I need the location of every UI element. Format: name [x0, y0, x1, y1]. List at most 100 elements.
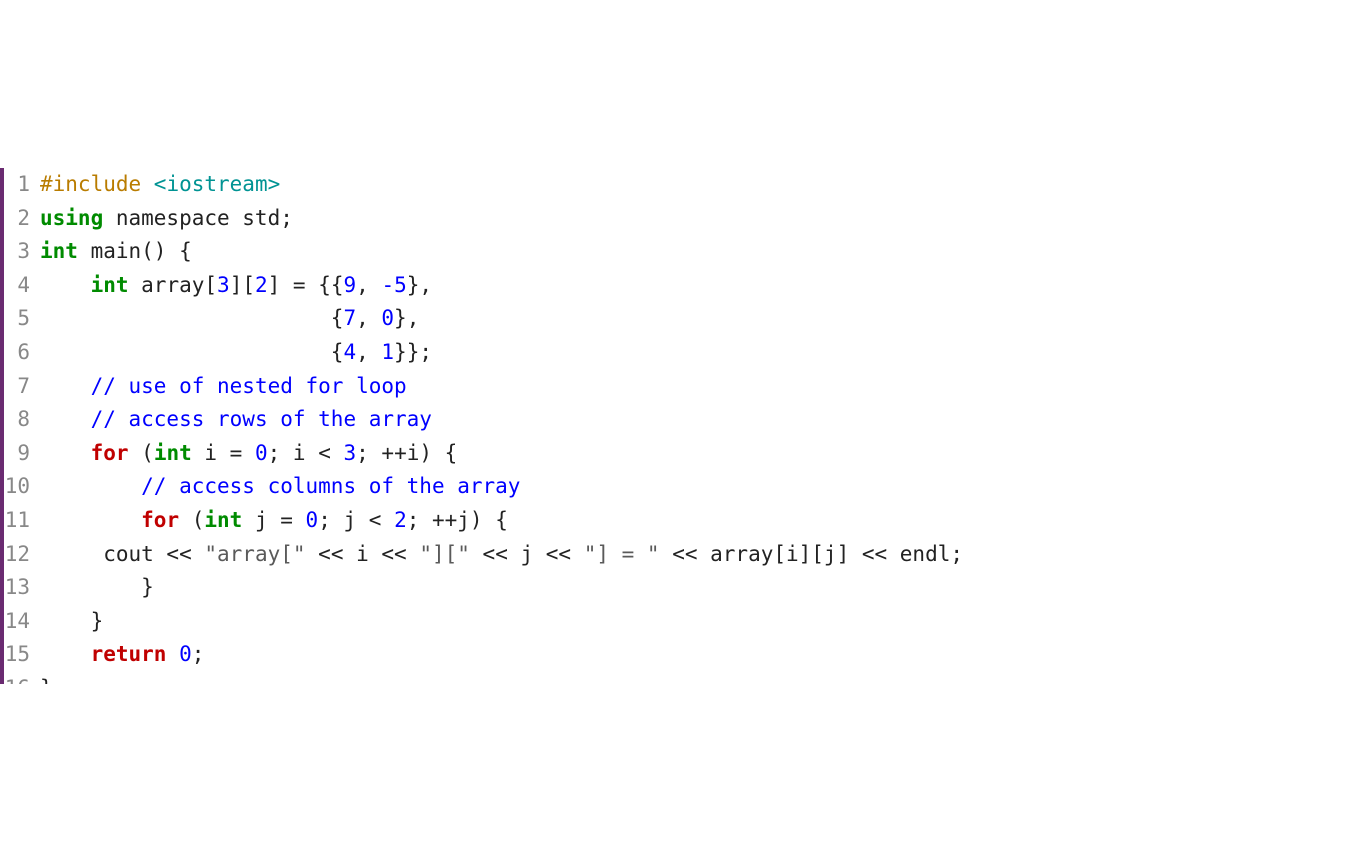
code-line: {7, 0}, — [40, 306, 419, 330]
code-line: // access columns of the array — [40, 474, 520, 498]
code-line: {4, 1}}; — [40, 340, 432, 364]
line-number: 9 — [17, 441, 30, 465]
code-line: int main() { — [40, 239, 192, 263]
indent: { — [40, 306, 343, 330]
code-line: for (int i = 0; i < 3; ++i) { — [40, 441, 457, 465]
code-line: } — [40, 575, 154, 599]
number-token: 3 — [343, 441, 356, 465]
code-text: ; ++j) { — [407, 508, 508, 532]
string-token: "] = " — [584, 542, 660, 566]
code-text: } — [40, 575, 154, 599]
code-line: for (int j = 0; j < 2; ++j) { — [40, 508, 508, 532]
keyword-token: int — [204, 508, 242, 532]
line-number: 14 — [5, 609, 30, 633]
code-text: << j << — [470, 542, 584, 566]
code-text: j = — [242, 508, 305, 532]
line-number: 15 — [5, 642, 30, 666]
number-token: 9 — [344, 273, 357, 297]
code-text: ][ — [230, 273, 255, 297]
code-text: ; ++i) { — [356, 441, 457, 465]
line-number: 6 — [17, 340, 30, 364]
comment-token: // use of nested for loop — [91, 374, 407, 398]
number-token: -5 — [381, 273, 406, 297]
comment-token: // access rows of the array — [91, 407, 432, 431]
line-number: 11 — [5, 508, 30, 532]
code-text: ; — [192, 642, 205, 666]
code-line: } — [40, 676, 53, 685]
indent: { — [40, 340, 343, 364]
indent — [40, 474, 141, 498]
line-number: 3 — [17, 239, 30, 263]
line-number: 12 — [5, 542, 30, 566]
indent — [40, 374, 91, 398]
indent — [40, 441, 91, 465]
keyword-token: for — [141, 508, 179, 532]
line-number: 2 — [17, 206, 30, 230]
code-text: , — [356, 273, 381, 297]
number-token: 2 — [255, 273, 268, 297]
preprocessor-token: #include — [40, 172, 154, 196]
indent — [40, 508, 141, 532]
indent — [40, 273, 91, 297]
code-text: }}; — [394, 340, 432, 364]
keyword-token: using — [40, 206, 103, 230]
code-area[interactable]: #include <iostream> using namespace std;… — [40, 168, 1356, 684]
code-text: namespace std; — [103, 206, 293, 230]
number-token: 0 — [179, 642, 192, 666]
line-number: 7 — [17, 374, 30, 398]
indent — [40, 407, 91, 431]
include-header: <iostream> — [154, 172, 280, 196]
number-token: 0 — [306, 508, 319, 532]
code-text: main() { — [78, 239, 192, 263]
code-text — [166, 642, 179, 666]
line-number: 8 — [17, 407, 30, 431]
code-editor: 1 2 3 4 5 6 7 8 9 10 11 12 13 14 15 16 #… — [0, 168, 1356, 684]
code-text: }, — [407, 273, 432, 297]
code-line: #include <iostream> — [40, 172, 280, 196]
number-token: 1 — [381, 340, 394, 364]
code-text: ] = {{ — [268, 273, 344, 297]
code-text: } — [40, 676, 53, 685]
line-number-gutter: 1 2 3 4 5 6 7 8 9 10 11 12 13 14 15 16 — [4, 168, 40, 684]
code-line: int array[3][2] = {{9, -5}, — [40, 273, 432, 297]
code-text: , — [356, 306, 381, 330]
code-text: }, — [394, 306, 419, 330]
keyword-token: return — [91, 642, 167, 666]
code-text: << array[i][j] << endl; — [660, 542, 963, 566]
keyword-token: int — [91, 273, 129, 297]
keyword-token: for — [91, 441, 129, 465]
number-token: 0 — [381, 306, 394, 330]
string-token: "][" — [419, 542, 470, 566]
line-number: 10 — [5, 474, 30, 498]
number-token: 3 — [217, 273, 230, 297]
line-number: 13 — [5, 575, 30, 599]
string-token: "array[" — [204, 542, 305, 566]
code-text: ( — [129, 441, 154, 465]
code-text: } — [40, 609, 103, 633]
code-text: array[ — [129, 273, 218, 297]
line-number: 1 — [17, 172, 30, 196]
code-text: ; j < — [318, 508, 394, 532]
number-token: 7 — [343, 306, 356, 330]
indent — [40, 642, 91, 666]
number-token: 4 — [343, 340, 356, 364]
number-token: 0 — [255, 441, 268, 465]
code-text: ; i < — [268, 441, 344, 465]
code-text: << i << — [306, 542, 420, 566]
code-line: } — [40, 609, 103, 633]
code-line: cout << "array[" << i << "][" << j << "]… — [40, 542, 963, 566]
keyword-token: int — [40, 239, 78, 263]
keyword-token: int — [154, 441, 192, 465]
number-token: 2 — [394, 508, 407, 532]
code-line: // access rows of the array — [40, 407, 432, 431]
indent: cout << — [40, 542, 204, 566]
code-text: , — [356, 340, 381, 364]
line-number: 16 — [5, 676, 30, 685]
code-text: i = — [192, 441, 255, 465]
code-line: // use of nested for loop — [40, 374, 407, 398]
code-line: using namespace std; — [40, 206, 293, 230]
line-number: 5 — [17, 306, 30, 330]
code-line: return 0; — [40, 642, 204, 666]
line-number: 4 — [17, 273, 30, 297]
comment-token: // access columns of the array — [141, 474, 520, 498]
